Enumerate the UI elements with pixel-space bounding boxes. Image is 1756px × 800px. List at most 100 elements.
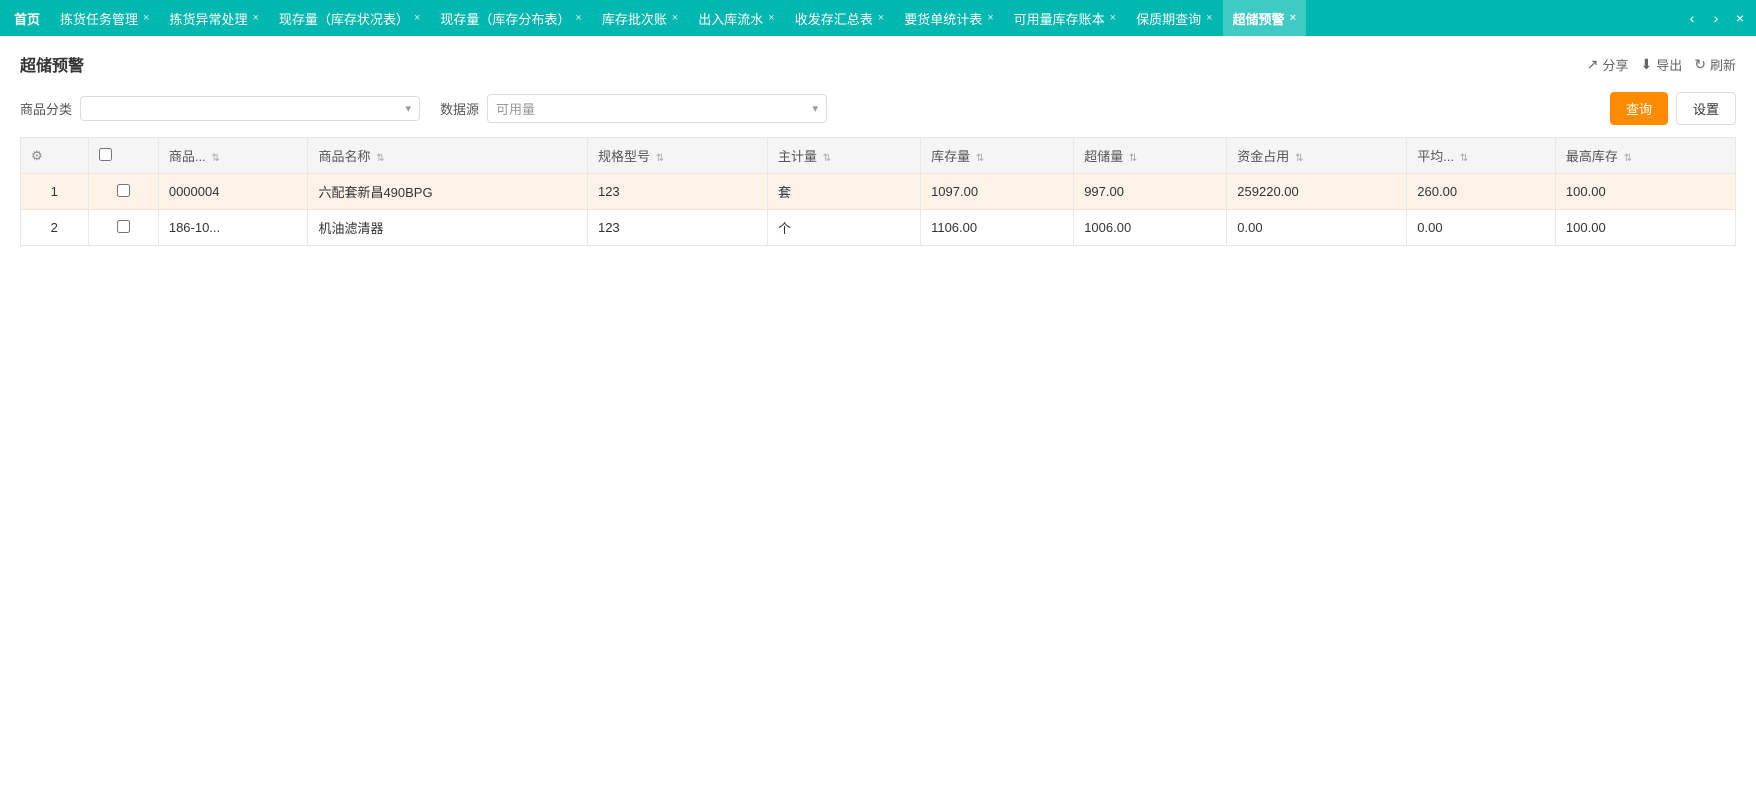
header-actions: ↗ 分享 ⬇ 导出 ↻ 刷新 [1587, 55, 1736, 74]
nav-arrow-close[interactable]: × [1728, 0, 1752, 36]
row-num-1: 2 [21, 210, 89, 246]
datasource-filter-group: 数据源 可用量 ▾ [440, 94, 827, 123]
nav-exception[interactable]: 拣货异常处理 × [159, 0, 268, 36]
row-spec-1: 123 [587, 210, 767, 246]
nav-overstock[interactable]: 超储预警 × [1223, 0, 1306, 36]
sort-avg-icon[interactable]: ⇅ [1460, 153, 1468, 164]
row-max-stock-1: 100.00 [1555, 210, 1735, 246]
nav-order-stat[interactable]: 要货单统计表 × [894, 0, 1003, 36]
sort-spec-icon[interactable]: ⇅ [656, 153, 664, 164]
th-product-name: 商品名称 ⇅ [308, 138, 588, 174]
datasource-select[interactable]: 可用量 ▾ [487, 94, 827, 123]
sort-unit-icon[interactable]: ⇅ [823, 153, 831, 164]
share-icon: ↗ [1587, 56, 1599, 73]
refresh-icon: ↻ [1694, 56, 1706, 73]
th-gear: ⚙ [21, 138, 89, 174]
row-stock-1: 1106.00 [921, 210, 1074, 246]
row-avg-0: 260.00 [1407, 174, 1556, 210]
sort-max-stock-icon[interactable]: ⇅ [1624, 153, 1632, 164]
th-spec: 规格型号 ⇅ [587, 138, 767, 174]
nav-stock-status[interactable]: 现存量（库存状况表） × [269, 0, 430, 36]
close-inout-flow[interactable]: × [768, 12, 774, 24]
page-header: 超储预警 ↗ 分享 ⬇ 导出 ↻ 刷新 [20, 52, 1736, 76]
row-checkbox-1[interactable] [117, 220, 130, 233]
refresh-link[interactable]: ↻ 刷新 [1694, 55, 1736, 74]
row-unit-1: 个 [767, 210, 920, 246]
table-row: 2 186-10... 机油滤清器 123 个 1106.00 1006.00 … [21, 210, 1736, 246]
filter-buttons: 查询 设置 [1610, 92, 1736, 125]
nav-home[interactable]: 首页 [4, 0, 50, 36]
row-spec-0: 123 [587, 174, 767, 210]
filter-row: 商品分类 ▾ 数据源 可用量 ▾ 查询 设置 [20, 92, 1736, 125]
th-max-stock: 最高库存 ⇅ [1555, 138, 1735, 174]
nav-task-mgmt[interactable]: 拣货任务管理 × [50, 0, 159, 36]
nav-stock-dist[interactable]: 现存量（库存分布表） × [430, 0, 591, 36]
close-expiry[interactable]: × [1206, 12, 1212, 24]
row-max-stock-0: 100.00 [1555, 174, 1735, 210]
row-checkbox-cell-1 [88, 210, 158, 246]
close-order-stat[interactable]: × [987, 12, 993, 24]
row-product-name-1: 机油滤清器 [308, 210, 588, 246]
th-unit: 主计量 ⇅ [767, 138, 920, 174]
row-product-name-0: 六配套新昌490BPG [308, 174, 588, 210]
close-avail-ledger[interactable]: × [1110, 12, 1116, 24]
top-navigation: 首页 拣货任务管理 × 拣货异常处理 × 现存量（库存状况表） × 现存量（库存… [0, 0, 1756, 36]
row-checkbox-0[interactable] [117, 184, 130, 197]
share-link[interactable]: ↗ 分享 [1587, 55, 1629, 74]
table-header-row: ⚙ 商品... ⇅ 商品名称 ⇅ 规格型号 ⇅ 主计量 [21, 138, 1736, 174]
row-num-0: 1 [21, 174, 89, 210]
row-overstock-0: 997.00 [1074, 174, 1227, 210]
nav-arrow-right[interactable]: › [1704, 0, 1728, 36]
th-checkbox [88, 138, 158, 174]
table-row: 1 0000004 六配套新昌490BPG 123 套 1097.00 997.… [21, 174, 1736, 210]
sort-capital-icon[interactable]: ⇅ [1295, 153, 1303, 164]
row-overstock-1: 1006.00 [1074, 210, 1227, 246]
datasource-chevron-icon: ▾ [813, 102, 819, 115]
page-container: 超储预警 ↗ 分享 ⬇ 导出 ↻ 刷新 商品分类 ▾ 数据源 [0, 36, 1756, 800]
close-task-mgmt[interactable]: × [143, 12, 149, 24]
nav-arrow-left[interactable]: ‹ [1680, 0, 1704, 36]
sort-product-name-icon[interactable]: ⇅ [376, 153, 384, 164]
category-label: 商品分类 [20, 99, 72, 118]
data-table: ⚙ 商品... ⇅ 商品名称 ⇅ 规格型号 ⇅ 主计量 [20, 137, 1736, 246]
sort-product-code-icon[interactable]: ⇅ [211, 153, 219, 164]
gear-icon[interactable]: ⚙ [31, 148, 43, 163]
close-overstock[interactable]: × [1290, 12, 1296, 24]
row-capital-0: 259220.00 [1227, 174, 1407, 210]
nav-batch-ledger[interactable]: 库存批次账 × [592, 0, 688, 36]
row-capital-1: 0.00 [1227, 210, 1407, 246]
th-product-code: 商品... ⇅ [158, 138, 308, 174]
datasource-select-text: 可用量 [496, 99, 535, 118]
th-avg: 平均... ⇅ [1407, 138, 1556, 174]
row-checkbox-cell-0 [88, 174, 158, 210]
close-batch-ledger[interactable]: × [672, 12, 678, 24]
export-icon: ⬇ [1641, 56, 1653, 73]
row-unit-0: 套 [767, 174, 920, 210]
close-exception[interactable]: × [252, 12, 258, 24]
close-stock-dist[interactable]: × [575, 12, 581, 24]
page-title: 超储预警 [20, 52, 84, 76]
close-stock-status[interactable]: × [414, 12, 420, 24]
category-filter-group: 商品分类 ▾ [20, 96, 420, 121]
query-button[interactable]: 查询 [1610, 92, 1668, 125]
datasource-label: 数据源 [440, 99, 479, 118]
sort-overstock-icon[interactable]: ⇅ [1129, 153, 1137, 164]
export-link[interactable]: ⬇ 导出 [1641, 55, 1683, 74]
nav-summary[interactable]: 收发存汇总表 × [785, 0, 894, 36]
th-overstock: 超储量 ⇅ [1074, 138, 1227, 174]
nav-inout-flow[interactable]: 出入库流水 × [688, 0, 784, 36]
settings-button[interactable]: 设置 [1676, 92, 1736, 125]
nav-expiry[interactable]: 保质期查询 × [1126, 0, 1222, 36]
row-product-code-0: 0000004 [158, 174, 308, 210]
select-all-checkbox[interactable] [99, 148, 112, 161]
category-select[interactable]: ▾ [80, 96, 420, 121]
row-avg-1: 0.00 [1407, 210, 1556, 246]
category-chevron-icon: ▾ [405, 102, 411, 115]
sort-stock-icon[interactable]: ⇅ [976, 153, 984, 164]
nav-avail-ledger[interactable]: 可用量库存账本 × [1004, 0, 1126, 36]
row-product-code-1: 186-10... [158, 210, 308, 246]
th-stock: 库存量 ⇅ [921, 138, 1074, 174]
th-capital: 资金占用 ⇅ [1227, 138, 1407, 174]
close-summary[interactable]: × [878, 12, 884, 24]
category-select-text [89, 101, 93, 116]
